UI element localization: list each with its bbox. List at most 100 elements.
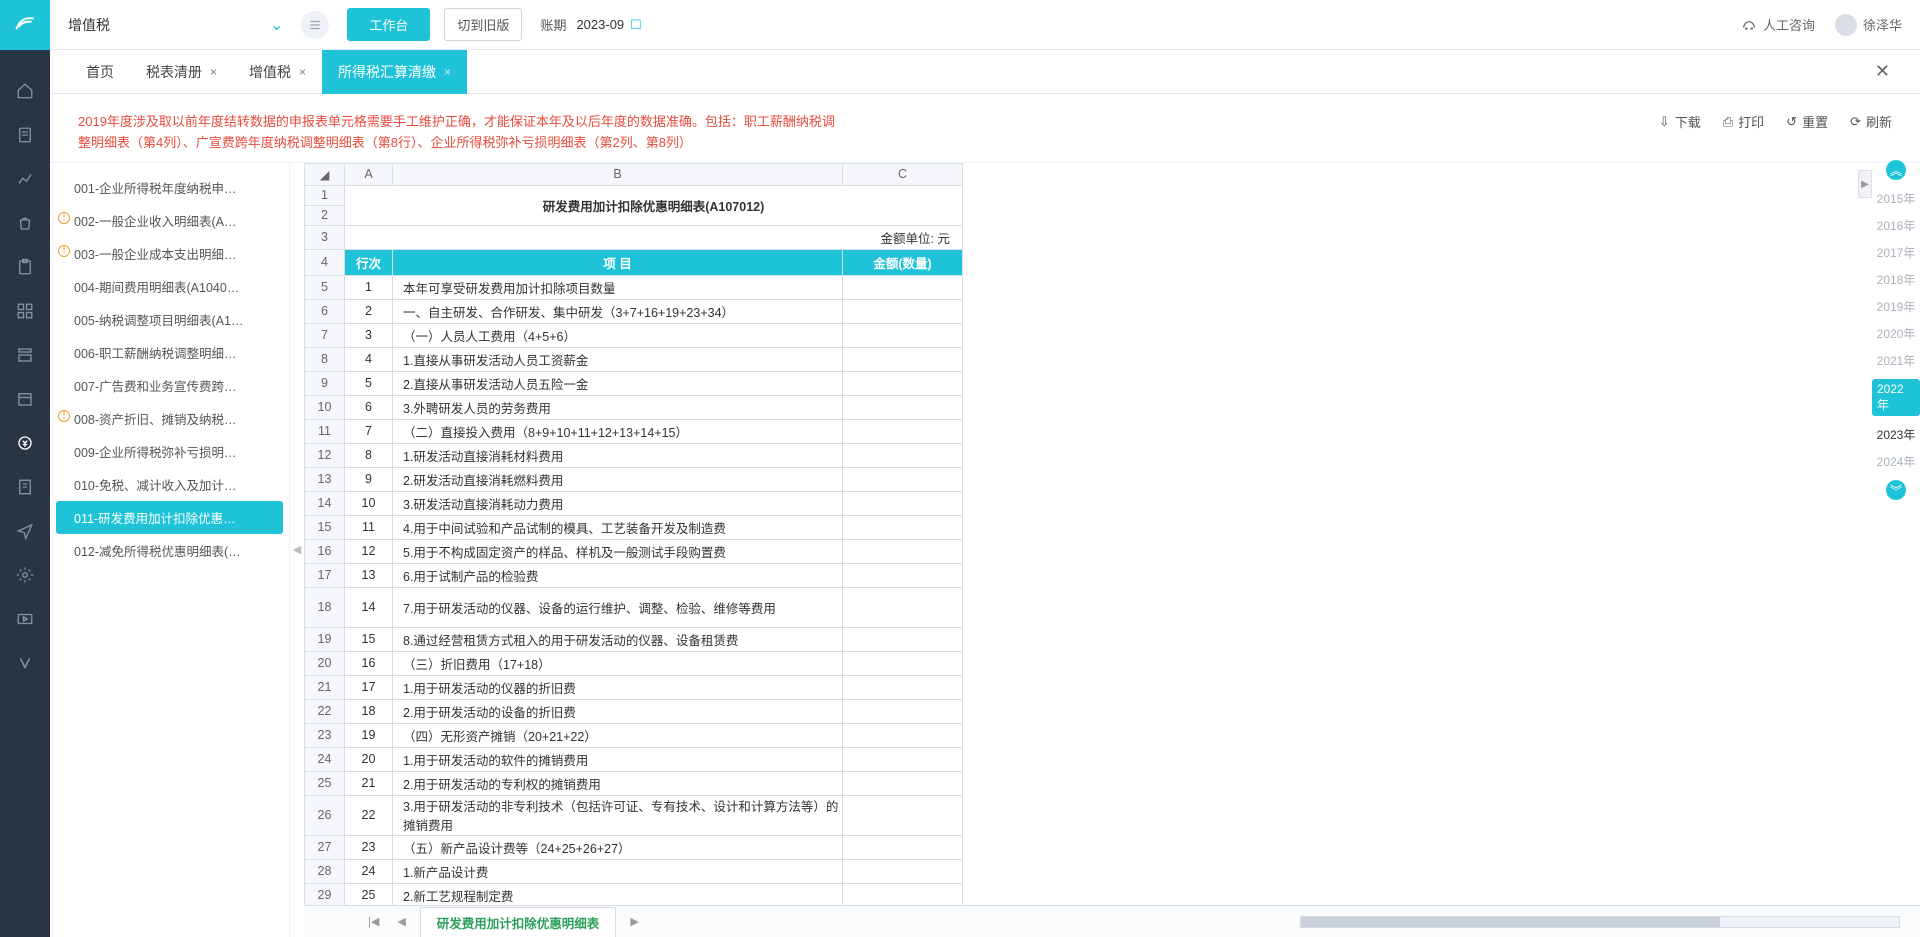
cell-amount[interactable]	[843, 675, 963, 699]
spreadsheet-table[interactable]: ◢ A B C 1研发费用加计扣除优惠明细表(A107012) 2 3金额单位:…	[304, 163, 963, 905]
cell-amount[interactable]	[843, 515, 963, 539]
cell-item[interactable]: 3.用于研发活动的非专利技术（包括许可证、专有技术、设计和计算方法等）的摊销费用	[393, 795, 843, 835]
row-header[interactable]: 24	[305, 747, 345, 771]
period-picker[interactable]: 2023-09 ☐	[576, 17, 641, 33]
cell-item[interactable]: 2.新工艺规程制定费	[393, 883, 843, 905]
close-icon[interactable]: ×	[210, 65, 217, 79]
sheettab-prev-icon[interactable]: ◀	[393, 915, 409, 928]
form-list-item[interactable]: 006-职工薪酬纳税调整明细…	[50, 336, 289, 369]
row-header[interactable]: 1	[305, 185, 345, 205]
cell-index[interactable]: 2	[345, 299, 393, 323]
cell-item[interactable]: 1.用于研发活动的软件的摊销费用	[393, 747, 843, 771]
cell-index[interactable]: 6	[345, 395, 393, 419]
form-list-item[interactable]: 010-免税、减计收入及加计…	[50, 468, 289, 501]
row-header[interactable]: 16	[305, 539, 345, 563]
tab-2[interactable]: 增值税×	[233, 50, 322, 94]
rail-doc-icon[interactable]	[14, 124, 36, 146]
row-header[interactable]: 17	[305, 563, 345, 587]
rail-money-icon[interactable]	[14, 432, 36, 454]
print-button[interactable]: ⎙打印	[1723, 112, 1764, 131]
form-list-item[interactable]: 011-研发费用加计扣除优惠…	[56, 501, 283, 534]
cell-amount[interactable]	[843, 443, 963, 467]
row-header[interactable]: 18	[305, 587, 345, 627]
cell-amount[interactable]	[843, 323, 963, 347]
cell-amount[interactable]	[843, 835, 963, 859]
cell-index[interactable]: 11	[345, 515, 393, 539]
cell-amount[interactable]	[843, 699, 963, 723]
rail-v-icon[interactable]	[14, 652, 36, 674]
rail-receipt-icon[interactable]	[14, 476, 36, 498]
year-option[interactable]: 2022年	[1872, 379, 1920, 416]
cell-amount[interactable]	[843, 859, 963, 883]
download-button[interactable]: ⇩下载	[1659, 112, 1701, 131]
form-list-item[interactable]: 012-减免所得税优惠明细表(…	[50, 534, 289, 567]
year-option[interactable]: 2023年	[1877, 426, 1916, 443]
year-up-icon[interactable]: ︽	[1886, 160, 1906, 180]
cell-item[interactable]: 1.用于研发活动的仪器的折旧费	[393, 675, 843, 699]
cell-index[interactable]: 3	[345, 323, 393, 347]
refresh-button[interactable]: ⟳刷新	[1850, 112, 1892, 131]
cell-amount[interactable]	[843, 275, 963, 299]
user-menu[interactable]: 徐泽华	[1835, 14, 1902, 36]
cell-index[interactable]: 4	[345, 347, 393, 371]
cell-index[interactable]: 9	[345, 467, 393, 491]
cell-item[interactable]: （一）人员人工费用（4+5+6）	[393, 323, 843, 347]
cell-amount[interactable]	[843, 883, 963, 905]
year-option[interactable]: 2017年	[1877, 244, 1916, 261]
rail-settings-icon[interactable]	[14, 564, 36, 586]
scrollbar-thumb[interactable]	[1301, 917, 1720, 927]
year-option[interactable]: 2024年	[1877, 453, 1916, 470]
row-header[interactable]: 5	[305, 275, 345, 299]
row-header[interactable]: 29	[305, 883, 345, 905]
row-header[interactable]: 28	[305, 859, 345, 883]
form-list-item[interactable]: !002-一般企业收入明细表(A…	[50, 204, 289, 237]
cell-amount[interactable]	[843, 347, 963, 371]
cell-index[interactable]: 22	[345, 795, 393, 835]
cell-amount[interactable]	[843, 539, 963, 563]
year-option[interactable]: 2021年	[1877, 352, 1916, 369]
cell-amount[interactable]	[843, 371, 963, 395]
row-header[interactable]: 20	[305, 651, 345, 675]
year-option[interactable]: 2015年	[1877, 190, 1916, 207]
cell-amount[interactable]	[843, 627, 963, 651]
cell-index[interactable]: 12	[345, 539, 393, 563]
row-header[interactable]: 27	[305, 835, 345, 859]
row-header[interactable]: 13	[305, 467, 345, 491]
row-header[interactable]: 3	[305, 225, 345, 249]
close-icon[interactable]: ×	[444, 65, 451, 79]
row-header[interactable]: 4	[305, 249, 345, 275]
switch-old-button[interactable]: 切到旧版	[444, 8, 522, 41]
cell-item[interactable]: 1.新产品设计费	[393, 859, 843, 883]
form-list-item[interactable]: 001-企业所得税年度纳税申…	[50, 171, 289, 204]
year-option[interactable]: 2020年	[1877, 325, 1916, 342]
cell-item[interactable]: 8.通过经营租赁方式租入的用于研发活动的仪器、设备租赁费	[393, 627, 843, 651]
row-header[interactable]: 21	[305, 675, 345, 699]
row-header[interactable]: 23	[305, 723, 345, 747]
row-header[interactable]: 7	[305, 323, 345, 347]
module-selector[interactable]: 增值税 ⌄	[68, 15, 283, 35]
cell-index[interactable]: 5	[345, 371, 393, 395]
cell-item[interactable]: 7.用于研发活动的仪器、设备的运行维护、调整、检验、维修等费用	[393, 587, 843, 627]
cell-index[interactable]: 18	[345, 699, 393, 723]
cell-index[interactable]: 25	[345, 883, 393, 905]
cell-amount[interactable]	[843, 491, 963, 515]
year-option[interactable]: 2016年	[1877, 217, 1916, 234]
close-icon[interactable]: ×	[299, 65, 306, 79]
row-header[interactable]: 19	[305, 627, 345, 651]
cell-amount[interactable]	[843, 299, 963, 323]
cell-item[interactable]: （五）新产品设计费等（24+25+26+27）	[393, 835, 843, 859]
reset-button[interactable]: ↺重置	[1786, 112, 1828, 131]
cell-index[interactable]: 1	[345, 275, 393, 299]
cell-index[interactable]: 20	[345, 747, 393, 771]
rail-chart-icon[interactable]	[14, 168, 36, 190]
cell-amount[interactable]	[843, 419, 963, 443]
cell-index[interactable]: 24	[345, 859, 393, 883]
cell-amount[interactable]	[843, 563, 963, 587]
cell-item[interactable]: 2.用于研发活动的设备的折旧费	[393, 699, 843, 723]
cell-item[interactable]: 一、自主研发、合作研发、集中研发（3+7+16+19+23+34）	[393, 299, 843, 323]
cell-item[interactable]: 6.用于试制产品的检验费	[393, 563, 843, 587]
sheettab-next-icon[interactable]: ▶	[626, 915, 642, 928]
form-list-item[interactable]: !008-资产折旧、摊销及纳税…	[50, 402, 289, 435]
list-icon-button[interactable]	[301, 11, 329, 39]
cell-index[interactable]: 19	[345, 723, 393, 747]
